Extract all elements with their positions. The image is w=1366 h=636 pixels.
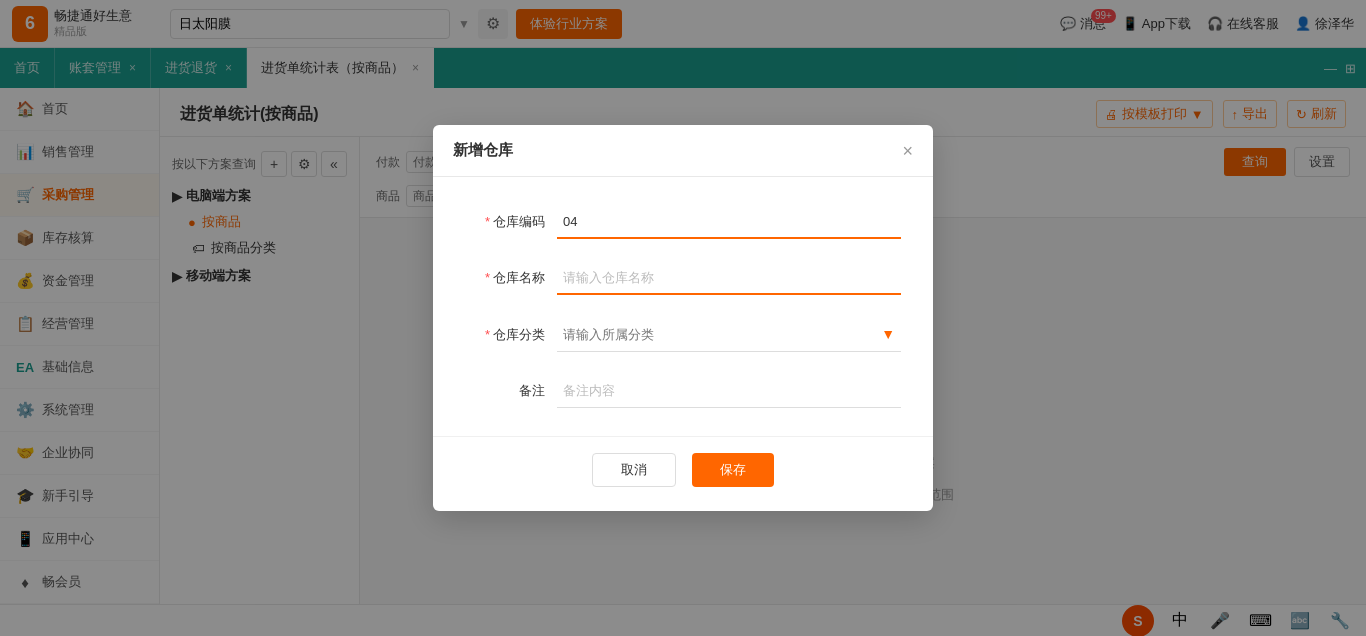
warehouse-category-input[interactable] — [557, 317, 881, 351]
warehouse-category-label: 仓库分类 — [465, 326, 545, 344]
modal-close-button[interactable]: × — [902, 142, 913, 160]
warehouse-category-select-wrap: ▼ — [557, 317, 901, 352]
note-field: 备注 — [465, 374, 901, 408]
modal-body: 仓库编码 仓库名称 仓库分类 ▼ 备注 — [433, 177, 933, 436]
category-dropdown-icon[interactable]: ▼ — [881, 326, 901, 342]
modal-overlay: 新增仓库 × 仓库编码 仓库名称 仓库分类 ▼ — [0, 0, 1366, 636]
modal-header: 新增仓库 × — [433, 125, 933, 177]
warehouse-code-label: 仓库编码 — [465, 213, 545, 231]
new-warehouse-modal: 新增仓库 × 仓库编码 仓库名称 仓库分类 ▼ — [433, 125, 933, 511]
note-input[interactable] — [557, 374, 901, 408]
note-label: 备注 — [465, 382, 545, 400]
modal-title: 新增仓库 — [453, 141, 513, 160]
warehouse-name-input[interactable] — [557, 261, 901, 295]
warehouse-name-label: 仓库名称 — [465, 269, 545, 287]
warehouse-code-input[interactable] — [557, 205, 901, 239]
warehouse-category-field: 仓库分类 ▼ — [465, 317, 901, 352]
modal-footer: 取消 保存 — [433, 436, 933, 511]
save-button[interactable]: 保存 — [692, 453, 774, 487]
cancel-button[interactable]: 取消 — [592, 453, 676, 487]
warehouse-name-field: 仓库名称 — [465, 261, 901, 295]
warehouse-code-field: 仓库编码 — [465, 205, 901, 239]
